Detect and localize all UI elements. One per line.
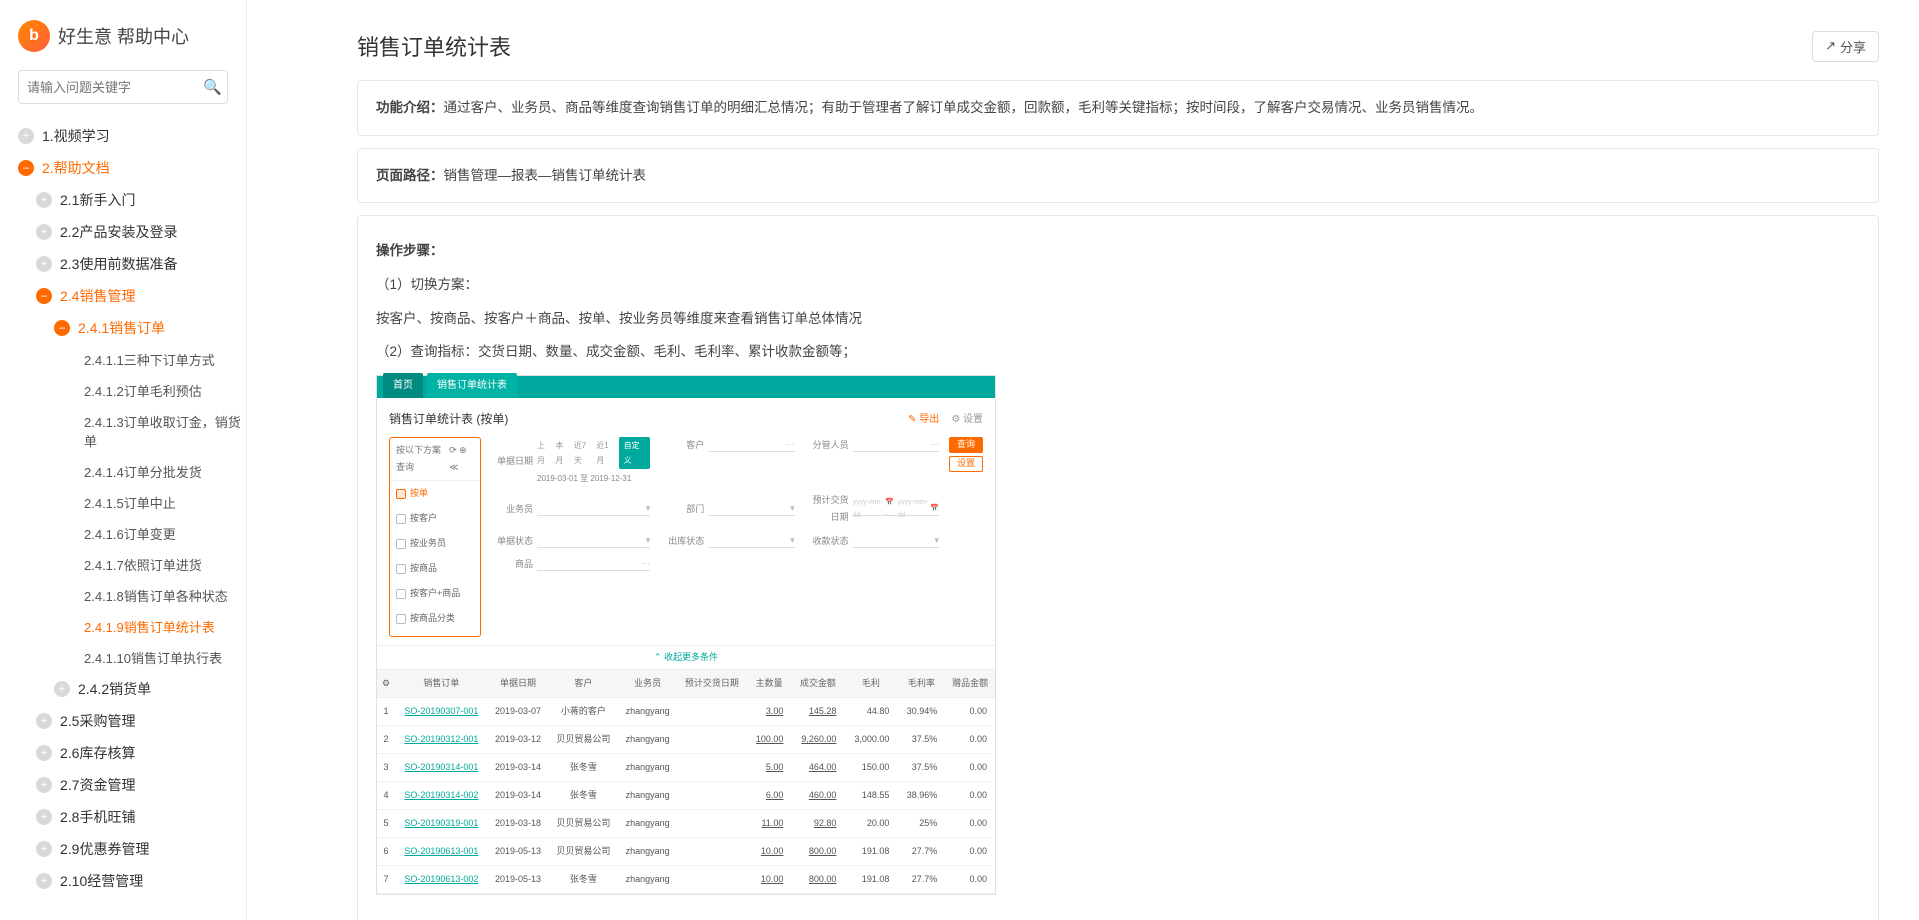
nav-2-4-1[interactable]: –2.4.1销售订单 (18, 312, 246, 344)
steps-card: 操作步骤： （1）切换方案： 按客户、按商品、按客户＋商品、按单、按业务员等维度… (357, 215, 1879, 920)
nav-help-docs[interactable]: –2.帮助文档 (18, 152, 246, 184)
expand-icon: + (36, 192, 52, 208)
nav-leaf[interactable]: 2.4.1.5订单中止 (18, 487, 246, 518)
nav-leaf[interactable]: 2.4.1.3订单收取订金，销货单 (18, 406, 246, 456)
intro-text: 通过客户、业务员、商品等维度查询销售订单的明细汇总情况；有助于管理者了解订单成交… (444, 100, 1484, 115)
ss-scheme-panel: 按以下方案查询⟳ ⊕ ≪ 按单按客户按业务员按商品按客户+商品按商品分类 (389, 437, 481, 637)
nav-leaf[interactable]: 2.4.1.7依照订单进货 (18, 549, 246, 580)
step2-text: （2）查询指标：交货日期、数量、成交金额、毛利、毛利率、累计收款金额等； (376, 337, 1860, 367)
nav-leaf-active[interactable]: 2.4.1.9销售订单统计表 (18, 611, 246, 642)
collapse-icon: – (36, 288, 52, 304)
ss-data-table: ⚙销售订单单据日期客户业务员预计交货日期主数量成交金额毛利毛利率赠品金额 1SO… (377, 670, 995, 895)
intro-label: 功能介绍： (376, 100, 444, 115)
nav-2-10[interactable]: +2.10经营管理 (18, 865, 246, 897)
para1: 以按商品统计为例， (376, 913, 1860, 920)
expand-icon: + (36, 841, 52, 857)
search-box[interactable]: 🔍 (18, 70, 228, 104)
nav-2-4[interactable]: –2.4销售管理 (18, 280, 246, 312)
expand-icon: + (36, 809, 52, 825)
nav-2-3[interactable]: +2.3使用前数据准备 (18, 248, 246, 280)
expand-icon: + (36, 256, 52, 272)
nav-2-7[interactable]: +2.7资金管理 (18, 769, 246, 801)
share-icon: ↗ (1825, 38, 1836, 54)
nav-2-6[interactable]: +2.6库存核算 (18, 737, 246, 769)
app-logo: b 好生意 帮助中心 (18, 20, 246, 52)
nav-tree: +1.视频学习 –2.帮助文档 +2.1新手入门 +2.2产品安装及登录 +2.… (18, 120, 246, 897)
ss-title: 销售订单统计表 (按单) (389, 408, 508, 431)
embedded-screenshot-1: 首页 销售订单统计表 销售订单统计表 (按单) ✎ 导出 ⚙ 设置 按以下方案查… (376, 375, 996, 895)
collapse-icon: – (18, 160, 34, 176)
ss-tab-home: 首页 (383, 373, 423, 398)
ss-setting: ⚙ 设置 (951, 410, 983, 429)
page-title: 销售订单统计表 (357, 30, 511, 62)
collapse-icon: – (54, 320, 70, 336)
nav-2-4-2[interactable]: +2.4.2销货单 (18, 673, 246, 705)
intro-card: 功能介绍：通过客户、业务员、商品等维度查询销售订单的明细汇总情况；有助于管理者了… (357, 80, 1879, 136)
ss-set-btn: 设置 (949, 456, 983, 472)
expand-icon: + (18, 128, 34, 144)
sidebar: b 好生意 帮助中心 🔍 +1.视频学习 –2.帮助文档 +2.1新手入门 +2… (0, 0, 247, 920)
nav-leaf[interactable]: 2.4.1.8销售订单各种状态 (18, 580, 246, 611)
nav-leaf[interactable]: 2.4.1.10销售订单执行表 (18, 642, 246, 673)
search-input[interactable] (27, 80, 203, 95)
expand-icon: + (54, 681, 70, 697)
expand-icon: + (36, 713, 52, 729)
path-label: 页面路径： (376, 168, 444, 183)
nav-2-5[interactable]: +2.5采购管理 (18, 705, 246, 737)
main-content: 销售订单统计表 ↗ 分享 功能介绍：通过客户、业务员、商品等维度查询销售订单的明… (247, 0, 1919, 920)
step1-title: （1）切换方案： (376, 270, 1860, 300)
expand-icon: + (36, 777, 52, 793)
path-card: 页面路径：销售管理—报表—销售订单统计表 (357, 148, 1879, 204)
nav-leaf[interactable]: 2.4.1.1三种下订单方式 (18, 344, 246, 375)
expand-icon: + (36, 224, 52, 240)
nav-leaf[interactable]: 2.4.1.2订单毛利预估 (18, 375, 246, 406)
nav-leaf[interactable]: 2.4.1.6订单变更 (18, 518, 246, 549)
ss-query-btn: 查询 (949, 437, 983, 453)
ss-export: ✎ 导出 (908, 410, 939, 429)
expand-icon: + (36, 745, 52, 761)
share-button[interactable]: ↗ 分享 (1812, 31, 1879, 62)
search-icon[interactable]: 🔍 (203, 78, 222, 96)
nav-2-2[interactable]: +2.2产品安装及登录 (18, 216, 246, 248)
nav-2-1[interactable]: +2.1新手入门 (18, 184, 246, 216)
nav-2-9[interactable]: +2.9优惠券管理 (18, 833, 246, 865)
path-text: 销售管理—报表—销售订单统计表 (444, 168, 647, 183)
nav-2-8[interactable]: +2.8手机旺铺 (18, 801, 246, 833)
steps-heading: 操作步骤： (376, 236, 1860, 266)
logo-icon: b (18, 20, 50, 52)
nav-leaf[interactable]: 2.4.1.4订单分批发货 (18, 456, 246, 487)
expand-icon: + (36, 873, 52, 889)
step1-text: 按客户、按商品、按客户＋商品、按单、按业务员等维度来查看销售订单总体情况 (376, 304, 1860, 334)
app-title: 好生意 帮助中心 (58, 23, 189, 49)
ss-collapse: ⌃ 收起更多条件 (377, 645, 995, 670)
nav-video[interactable]: +1.视频学习 (18, 120, 246, 152)
ss-tab-active: 销售订单统计表 (427, 373, 517, 398)
